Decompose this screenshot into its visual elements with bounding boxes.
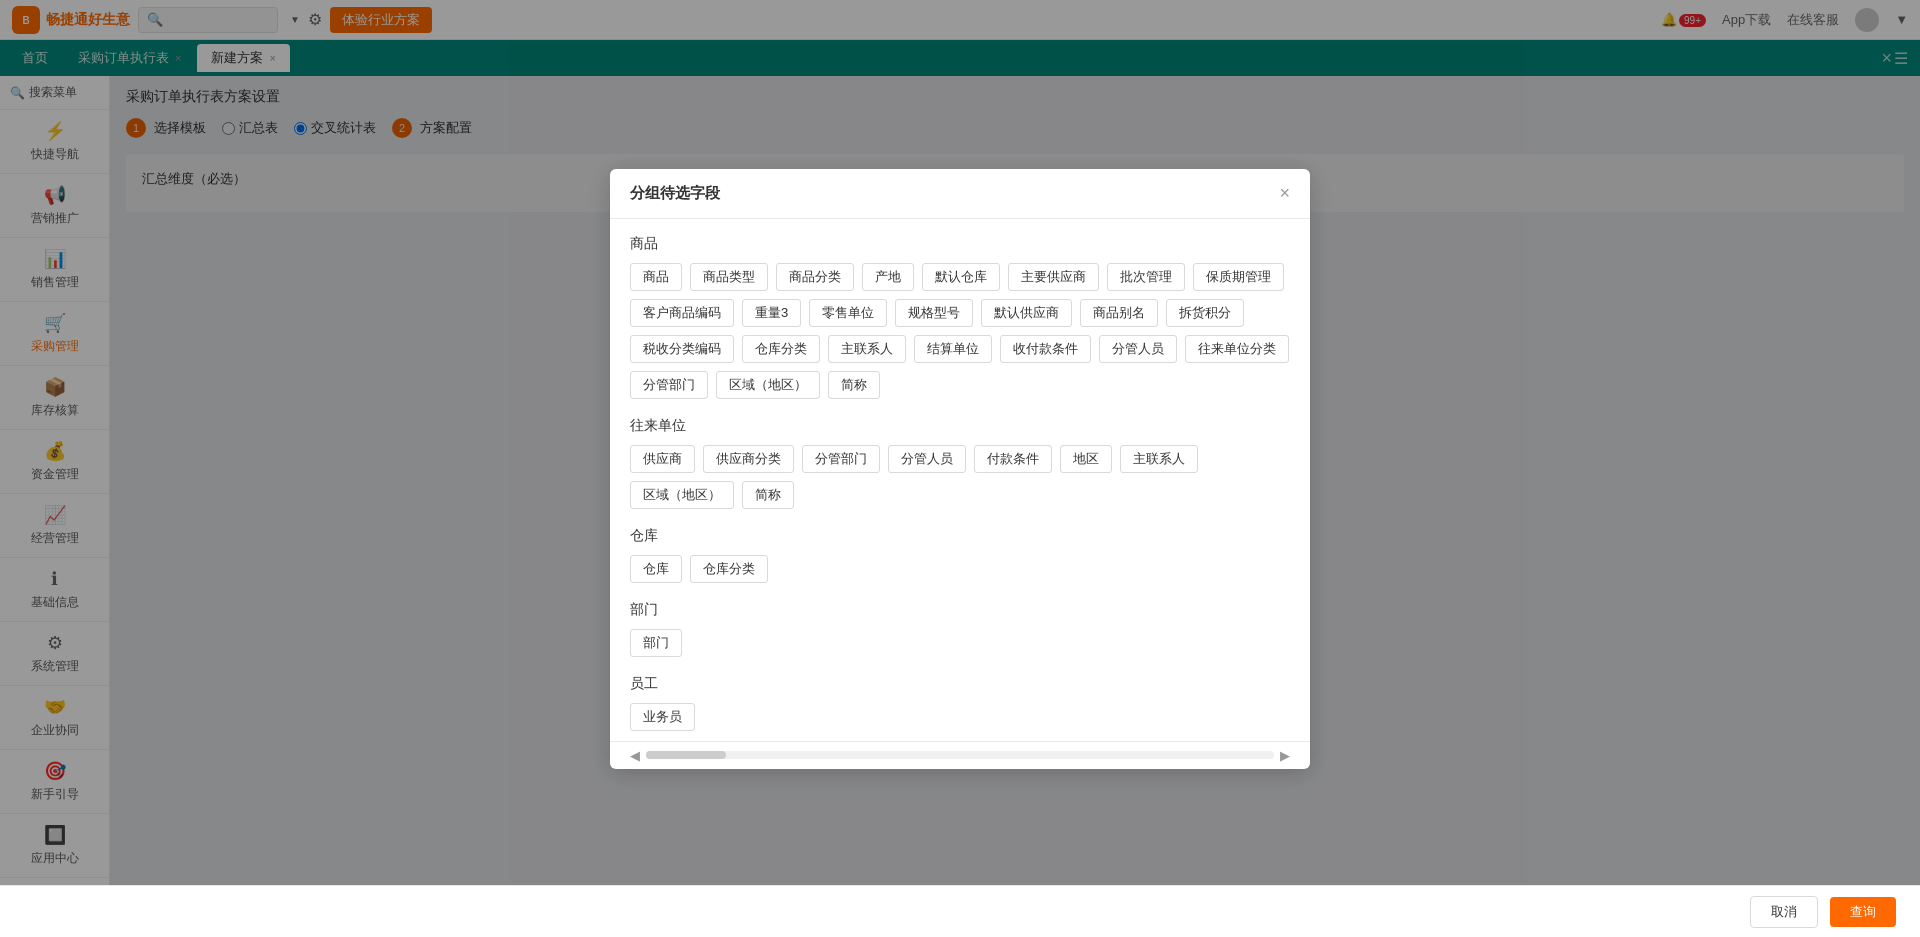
field-tags-1: 供应商供应商分类分管部门分管人员付款条件地区主联系人区域（地区） 简称	[630, 445, 1290, 509]
confirm-button[interactable]: 查询	[1830, 897, 1896, 927]
field-tag-1-6[interactable]: 主联系人	[1120, 445, 1198, 473]
field-tag-1-1[interactable]: 供应商分类	[703, 445, 794, 473]
field-tag-0-18[interactable]: 结算单位	[914, 335, 992, 363]
modal-title: 分组待选字段	[630, 184, 720, 203]
field-tags-4: 业务员	[630, 703, 1290, 731]
field-section-title-3: 部门	[630, 601, 1290, 619]
field-tag-1-5[interactable]: 地区	[1060, 445, 1112, 473]
field-tag-0-19[interactable]: 收付款条件	[1000, 335, 1091, 363]
field-section-0: 商品商品商品类型商品分类产地默认仓库主要供应商批次管理保质期管理客户商品编码重量…	[630, 235, 1290, 399]
field-select-modal: 分组待选字段 × 商品商品商品类型商品分类产地默认仓库主要供应商批次管理保质期管…	[610, 169, 1310, 769]
field-section-2: 仓库仓库仓库分类	[630, 527, 1290, 583]
field-tag-0-1[interactable]: 商品类型	[690, 263, 768, 291]
field-tag-0-22[interactable]: 分管部门	[630, 371, 708, 399]
field-tags-3: 部门	[630, 629, 1290, 657]
field-tag-0-16[interactable]: 仓库分类	[742, 335, 820, 363]
field-tag-0-12[interactable]: 默认供应商	[981, 299, 1072, 327]
field-tag-0-4[interactable]: 默认仓库	[922, 263, 1000, 291]
field-tag-0-10[interactable]: 零售单位	[809, 299, 887, 327]
field-tag-1-4[interactable]: 付款条件	[974, 445, 1052, 473]
field-tag-0-17[interactable]: 主联系人	[828, 335, 906, 363]
field-section-title-0: 商品	[630, 235, 1290, 253]
field-tag-0-2[interactable]: 商品分类	[776, 263, 854, 291]
field-tag-1-7[interactable]: 区域（地区）	[630, 481, 734, 509]
field-tag-0-23[interactable]: 区域（地区）	[716, 371, 820, 399]
scroll-left-icon[interactable]: ◀	[630, 748, 640, 763]
field-tag-0-24[interactable]: 简称	[828, 371, 880, 399]
field-tag-0-15[interactable]: 税收分类编码	[630, 335, 734, 363]
field-tags-2: 仓库仓库分类	[630, 555, 1290, 583]
field-tag-2-1[interactable]: 仓库分类	[690, 555, 768, 583]
field-section-1: 往来单位供应商供应商分类分管部门分管人员付款条件地区主联系人区域（地区） 简称	[630, 417, 1290, 509]
field-tag-4-0[interactable]: 业务员	[630, 703, 695, 731]
field-tag-0-0[interactable]: 商品	[630, 263, 682, 291]
field-tag-2-0[interactable]: 仓库	[630, 555, 682, 583]
field-section-title-2: 仓库	[630, 527, 1290, 545]
cancel-button[interactable]: 取消	[1750, 896, 1818, 928]
field-tag-0-8[interactable]: 客户商品编码	[630, 299, 734, 327]
modal-footer-scroll: ◀ ▶	[610, 741, 1310, 769]
field-tag-3-0[interactable]: 部门	[630, 629, 682, 657]
field-tag-0-11[interactable]: 规格型号	[895, 299, 973, 327]
field-tag-1-2[interactable]: 分管部门	[802, 445, 880, 473]
field-tag-1-3[interactable]: 分管人员	[888, 445, 966, 473]
horizontal-scrollbar[interactable]	[646, 751, 1274, 759]
field-tag-0-14[interactable]: 拆货积分	[1166, 299, 1244, 327]
modal-header: 分组待选字段 ×	[610, 169, 1310, 219]
bottom-action-bar: 取消 查询	[0, 885, 1920, 937]
modal-overlay: 分组待选字段 × 商品商品商品类型商品分类产地默认仓库主要供应商批次管理保质期管…	[0, 0, 1920, 937]
field-tag-0-13[interactable]: 商品别名	[1080, 299, 1158, 327]
field-tag-0-5[interactable]: 主要供应商	[1008, 263, 1099, 291]
modal-body: 商品商品商品类型商品分类产地默认仓库主要供应商批次管理保质期管理客户商品编码重量…	[610, 219, 1310, 741]
field-tag-1-8[interactable]: 简称	[742, 481, 794, 509]
field-tag-0-9[interactable]: 重量3	[742, 299, 801, 327]
field-section-3: 部门部门	[630, 601, 1290, 657]
scrollbar-thumb	[646, 751, 726, 759]
scroll-right-icon[interactable]: ▶	[1280, 748, 1290, 763]
modal-close-button[interactable]: ×	[1279, 183, 1290, 204]
field-tag-0-20[interactable]: 分管人员	[1099, 335, 1177, 363]
field-tag-1-0[interactable]: 供应商	[630, 445, 695, 473]
field-tag-0-21[interactable]: 往来单位分类	[1185, 335, 1289, 363]
field-tag-0-7[interactable]: 保质期管理	[1193, 263, 1284, 291]
field-section-4: 员工业务员	[630, 675, 1290, 731]
field-section-title-4: 员工	[630, 675, 1290, 693]
field-tag-0-3[interactable]: 产地	[862, 263, 914, 291]
field-tag-0-6[interactable]: 批次管理	[1107, 263, 1185, 291]
field-tags-0: 商品商品类型商品分类产地默认仓库主要供应商批次管理保质期管理客户商品编码重量3 零…	[630, 263, 1290, 399]
field-section-title-1: 往来单位	[630, 417, 1290, 435]
